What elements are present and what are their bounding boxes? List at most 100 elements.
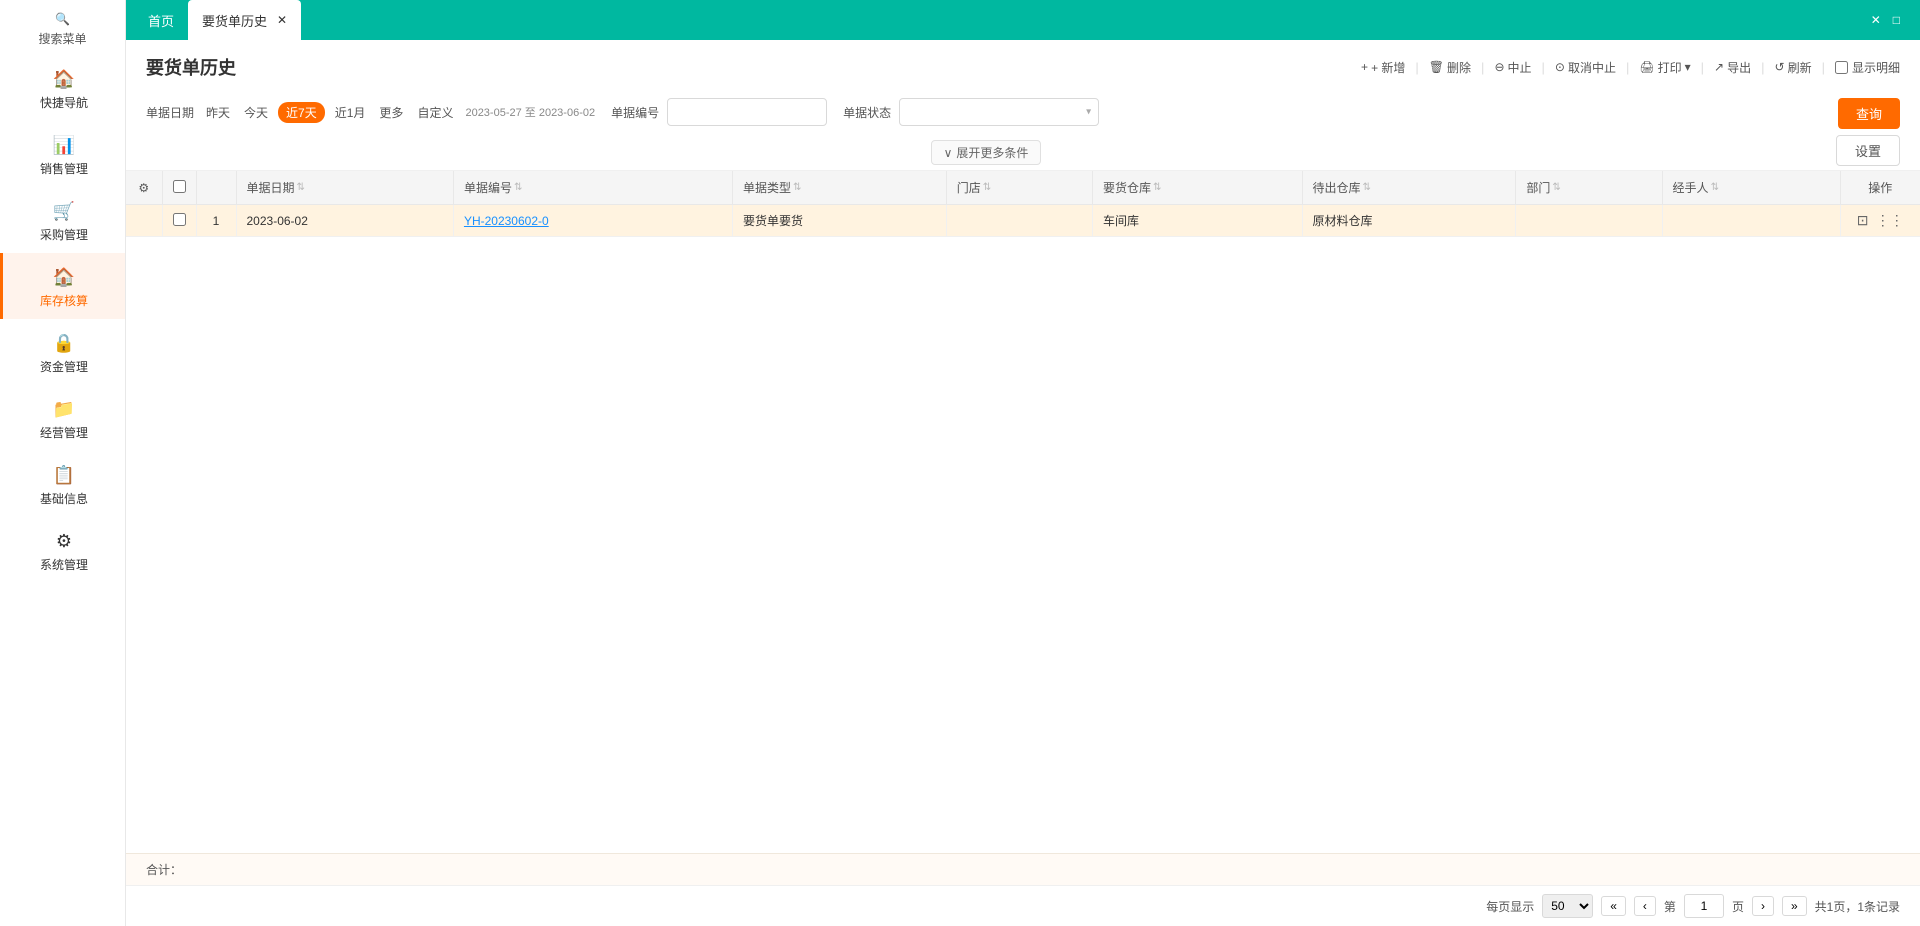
sort-icon-handler: ⇅ (1711, 183, 1719, 193)
date-filter-label: 单据日期 (146, 104, 194, 121)
sidebar-item-label: 经营管理 (40, 424, 88, 441)
filter-area: 单据日期 昨天 今天 近7天 近1月 更多 自定义 2023-05-27 至 2… (126, 90, 1920, 171)
table-container: ⚙ 单据日期 ⇅ (126, 171, 1920, 853)
show-detail-checkbox[interactable]: 显示明细 (1835, 59, 1900, 76)
date-btn-custom[interactable]: 自定义 (413, 102, 457, 123)
query-button[interactable]: 查询 (1838, 98, 1900, 129)
page-number-input[interactable] (1684, 894, 1724, 918)
content-area: 要货单历史 + + 新增 | 🗑 删除 | ⊖ 中止 | ⊙ (126, 40, 1920, 926)
tab-requisition-history[interactable]: 要货单历史 ✕ (188, 0, 301, 40)
delete-button[interactable]: 🗑 删除 (1429, 59, 1471, 76)
stop-button[interactable]: ⊖ 中止 (1494, 59, 1531, 76)
finance-icon: 🔒 (53, 333, 75, 354)
more-icon[interactable]: ⋮⋮ (1876, 212, 1904, 228)
total-pages-info: 共1页，1条记录 (1815, 898, 1900, 915)
add-button[interactable]: + + 新增 (1361, 59, 1405, 76)
th-operation: 操作 (1840, 171, 1920, 205)
doc-number-input[interactable] (667, 98, 827, 126)
th-dept[interactable]: 部门 ⇅ (1516, 171, 1662, 205)
doc-number-filter-group: 单据编号 (611, 98, 827, 126)
page-size-select[interactable]: 20 50 100 (1542, 894, 1593, 918)
first-page-button[interactable]: « (1601, 896, 1626, 916)
td-num: 1 (196, 205, 236, 237)
td-doc-no[interactable]: YH-20230602-0 (453, 205, 732, 237)
expand-icon: ∨ (944, 146, 953, 160)
td-settings (126, 205, 162, 237)
th-store[interactable]: 门店 ⇅ (946, 171, 1092, 205)
date-btn-yesterday[interactable]: 昨天 (202, 102, 234, 123)
th-doc-type[interactable]: 单据类型 ⇅ (732, 171, 946, 205)
inventory-icon: 🏠 (53, 267, 75, 288)
export-icon: ↗ (1714, 60, 1724, 74)
doc-number-label: 单据编号 (611, 104, 659, 121)
th-settings[interactable]: ⚙ (126, 171, 162, 205)
sidebar-item-system[interactable]: ⚙ 系统管理 (0, 517, 125, 583)
date-range-display: 2023-05-27 至 2023-06-02 (465, 104, 595, 120)
doc-status-label: 单据状态 (843, 104, 891, 121)
refresh-button[interactable]: ↺ 刷新 (1775, 59, 1812, 76)
topbar-close-icon[interactable]: ✕ (1871, 13, 1881, 27)
expand-more-button[interactable]: ∨ 展开更多条件 (931, 140, 1042, 165)
last-page-button[interactable]: » (1782, 896, 1807, 916)
th-checkbox[interactable] (162, 171, 196, 205)
add-icon: + (1361, 60, 1368, 74)
page-title: 要货单历史 (146, 54, 236, 80)
table-header-row: ⚙ 单据日期 ⇅ (126, 171, 1920, 205)
pagination: 每页显示 20 50 100 « ‹ 第 页 › » 共1页，1条记录 (126, 885, 1920, 926)
page-size-label: 每页显示 (1486, 898, 1534, 915)
doc-no-link[interactable]: YH-20230602-0 (464, 214, 549, 228)
header-actions: + + 新增 | 🗑 删除 | ⊖ 中止 | ⊙ 取消中止 | (1361, 59, 1900, 76)
sort-icon-store: ⇅ (983, 183, 991, 193)
date-btn-last-month[interactable]: 近1月 (331, 102, 370, 123)
sort-icon-pending-warehouse: ⇅ (1363, 183, 1371, 193)
sidebar-item-quick-nav[interactable]: 🏠 快捷导航 (0, 55, 125, 121)
topbar: 首页 要货单历史 ✕ ✕ □ (126, 0, 1920, 40)
date-btn-today[interactable]: 今天 (240, 102, 272, 123)
select-all-checkbox[interactable] (173, 180, 186, 193)
topbar-maximize-icon[interactable]: □ (1893, 13, 1900, 27)
next-page-button[interactable]: › (1752, 896, 1774, 916)
prev-page-button[interactable]: ‹ (1634, 896, 1656, 916)
sidebar-item-sales[interactable]: 📊 销售管理 (0, 121, 125, 187)
print-icon: 🖨 (1639, 60, 1654, 74)
page-suffix: 页 (1732, 898, 1744, 915)
tab-close-icon[interactable]: ✕ (277, 13, 287, 27)
th-date[interactable]: 单据日期 ⇅ (236, 171, 453, 205)
date-buttons: 昨天 今天 近7天 近1月 更多 自定义 (202, 102, 457, 123)
td-checkbox[interactable] (162, 205, 196, 237)
sidebar-item-label: 销售管理 (40, 160, 88, 177)
th-pending-warehouse[interactable]: 待出仓库 ⇅ (1302, 171, 1516, 205)
expand-label: 展开更多条件 (956, 144, 1028, 161)
table-row: 1 2023-06-02 YH-20230602-0 要货单要货 (126, 205, 1920, 237)
th-doc-no[interactable]: 单据编号 ⇅ (453, 171, 732, 205)
view-icon[interactable]: ⊡ (1857, 212, 1869, 228)
sidebar-item-label: 系统管理 (40, 556, 88, 573)
sidebar-item-finance[interactable]: 🔒 资金管理 (0, 319, 125, 385)
sidebar-item-label: 快捷导航 (40, 94, 88, 111)
sidebar-item-label: 资金管理 (40, 358, 88, 375)
date-btn-last7[interactable]: 近7天 (278, 102, 325, 123)
sidebar-item-operation[interactable]: 📁 经营管理 (0, 385, 125, 451)
query-button-group: 查询 设置 (1836, 98, 1900, 166)
date-btn-more[interactable]: 更多 (375, 102, 407, 123)
sidebar-item-purchase[interactable]: 🛒 采购管理 (0, 187, 125, 253)
sidebar-item-basic[interactable]: 📋 基础信息 (0, 451, 125, 517)
th-handler[interactable]: 经手人 ⇅ (1662, 171, 1840, 205)
purchase-icon: 🛒 (53, 201, 75, 222)
topbar-right: ✕ □ (1871, 13, 1912, 27)
th-req-warehouse[interactable]: 要货仓库 ⇅ (1092, 171, 1302, 205)
tab-home[interactable]: 首页 (134, 0, 188, 40)
show-detail-input[interactable] (1835, 61, 1848, 74)
export-button[interactable]: ↗ 导出 (1714, 59, 1751, 76)
delete-icon: 🗑 (1429, 60, 1444, 74)
doc-status-select[interactable] (899, 98, 1099, 126)
cancel-stop-button[interactable]: ⊙ 取消中止 (1555, 59, 1616, 76)
td-ops: ⊡ ⋮⋮ (1840, 205, 1920, 237)
doc-status-select-wrapper: ▾ (899, 98, 1099, 126)
print-button[interactable]: 🖨 打印 ▾ (1639, 59, 1690, 76)
sidebar-item-inventory[interactable]: 🏠 库存核算 (0, 253, 125, 319)
search-menu[interactable]: 🔍 搜索菜单 (0, 0, 125, 55)
row-checkbox[interactable] (173, 213, 186, 226)
settings-button[interactable]: 设置 (1836, 135, 1900, 166)
main-area: 首页 要货单历史 ✕ ✕ □ 要货单历史 + + 新增 | 🗑 删除 (126, 0, 1920, 926)
